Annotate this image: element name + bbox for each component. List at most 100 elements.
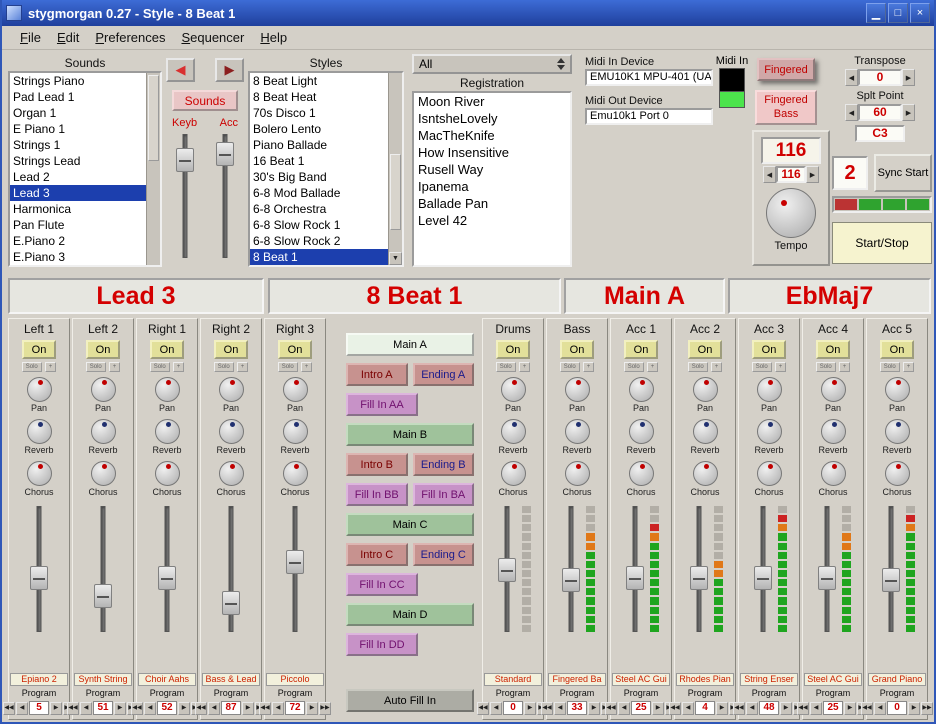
fader-handle[interactable] xyxy=(222,591,240,615)
pan-knob[interactable] xyxy=(885,377,910,402)
menu-preferences[interactable]: Preferences xyxy=(87,28,173,47)
channel-volume-fader[interactable] xyxy=(220,504,242,634)
part-ending-a-button[interactable]: Ending A xyxy=(413,363,475,386)
pan-knob[interactable] xyxy=(155,377,180,402)
styles-list-item[interactable]: Piano Ballade xyxy=(250,137,388,153)
channel-on-button[interactable]: On xyxy=(560,340,594,359)
chorus-knob[interactable] xyxy=(629,461,654,486)
channel-solo-button[interactable]: Solo xyxy=(214,362,234,372)
channel-plus-button[interactable]: + xyxy=(519,362,531,372)
channel-volume-fader[interactable] xyxy=(816,504,838,634)
channel-solo-button[interactable]: Solo xyxy=(22,362,42,372)
chorus-knob[interactable] xyxy=(91,461,116,486)
sounds-scrollbar[interactable] xyxy=(146,73,160,265)
program-last-button[interactable]: ▶▶ xyxy=(319,702,331,715)
pan-knob[interactable] xyxy=(821,377,846,402)
previous-arrow-button[interactable]: ◀ xyxy=(166,58,195,82)
channel-on-button[interactable]: On xyxy=(496,340,530,359)
reverb-knob[interactable] xyxy=(885,419,910,444)
sounds-list-item[interactable]: E.Piano 2 xyxy=(10,233,146,249)
channel-volume-fader[interactable] xyxy=(92,504,114,634)
program-first-button[interactable]: ◀◀ xyxy=(259,702,271,715)
auto-fill-in-button[interactable]: Auto Fill In xyxy=(346,689,474,712)
program-next-button[interactable]: ▶ xyxy=(780,702,792,715)
program-next-button[interactable]: ▶ xyxy=(716,702,728,715)
styles-scrollbar-thumb[interactable] xyxy=(390,154,401,231)
channel-on-button[interactable]: On xyxy=(752,340,786,359)
fader-handle[interactable] xyxy=(158,566,176,590)
program-first-button[interactable]: ◀◀ xyxy=(3,702,15,715)
program-first-button[interactable]: ◀◀ xyxy=(861,702,873,715)
reverb-knob[interactable] xyxy=(693,419,718,444)
chorus-knob[interactable] xyxy=(885,461,910,486)
part-fill-aa-button[interactable]: Fill In AA xyxy=(346,393,418,416)
channel-plus-button[interactable]: + xyxy=(301,362,313,372)
channel-solo-button[interactable]: Solo xyxy=(624,362,644,372)
pan-knob[interactable] xyxy=(629,377,654,402)
midi-in-device-field[interactable]: EMU10K1 MPU-401 (UA xyxy=(585,69,713,86)
styles-list-item[interactable]: 16 Beat 1 xyxy=(250,153,388,169)
channel-volume-fader[interactable] xyxy=(880,504,902,634)
styles-list-item[interactable]: 6-8 Mod Ballade xyxy=(250,185,388,201)
program-prev-button[interactable]: ◀ xyxy=(208,702,220,715)
sounds-list-item[interactable]: Strings 1 xyxy=(10,137,146,153)
part-intro-a-button[interactable]: Intro A xyxy=(346,363,408,386)
program-prev-button[interactable]: ◀ xyxy=(746,702,758,715)
part-fill-dd-button[interactable]: Fill In DD xyxy=(346,633,418,656)
registration-list-item[interactable]: Moon River xyxy=(414,93,570,110)
fader-handle[interactable] xyxy=(690,566,708,590)
channel-plus-button[interactable]: + xyxy=(711,362,723,372)
channel-plus-button[interactable]: + xyxy=(237,362,249,372)
part-intro-c-button[interactable]: Intro C xyxy=(346,543,408,566)
part-fill-bb-button[interactable]: Fill In BB xyxy=(346,483,408,506)
styles-list-item[interactable]: Bolero Lento xyxy=(250,121,388,137)
program-first-button[interactable]: ◀◀ xyxy=(669,702,681,715)
close-button[interactable]: × xyxy=(910,3,930,23)
part-main-c-button[interactable]: Main C xyxy=(346,513,474,536)
maximize-button[interactable]: □ xyxy=(888,3,908,23)
program-first-button[interactable]: ◀◀ xyxy=(477,702,489,715)
pan-knob[interactable] xyxy=(283,377,308,402)
registration-list-item[interactable]: Ipanema xyxy=(414,178,570,195)
pan-knob[interactable] xyxy=(565,377,590,402)
channel-volume-fader[interactable] xyxy=(688,504,710,634)
chorus-knob[interactable] xyxy=(283,461,308,486)
chorus-knob[interactable] xyxy=(821,461,846,486)
styles-list-item[interactable]: 6-8 Orchestra xyxy=(250,201,388,217)
channel-solo-button[interactable]: Solo xyxy=(150,362,170,372)
channel-volume-fader[interactable] xyxy=(284,504,306,634)
fader-handle[interactable] xyxy=(882,568,900,592)
part-ending-b-button[interactable]: Ending B xyxy=(413,453,475,476)
reverb-knob[interactable] xyxy=(91,419,116,444)
channel-on-button[interactable]: On xyxy=(624,340,658,359)
program-next-button[interactable]: ▶ xyxy=(306,702,318,715)
scroll-down-icon[interactable]: ▼ xyxy=(389,252,402,265)
sounds-list-item[interactable]: E Piano 1 xyxy=(10,121,146,137)
channel-on-button[interactable]: On xyxy=(150,340,184,359)
fader-handle[interactable] xyxy=(286,550,304,574)
program-first-button[interactable]: ◀◀ xyxy=(67,702,79,715)
fader-handle[interactable] xyxy=(94,584,112,608)
styles-list-item[interactable]: 8 Beat 1 xyxy=(250,249,388,265)
sounds-list-item[interactable]: Strings Piano xyxy=(10,73,146,89)
channel-plus-button[interactable]: + xyxy=(903,362,915,372)
channel-plus-button[interactable]: + xyxy=(109,362,121,372)
reverb-knob[interactable] xyxy=(501,419,526,444)
fader-handle[interactable] xyxy=(498,558,516,582)
program-first-button[interactable]: ◀◀ xyxy=(797,702,809,715)
menu-sequencer[interactable]: Sequencer xyxy=(173,28,252,47)
program-prev-button[interactable]: ◀ xyxy=(272,702,284,715)
channel-solo-button[interactable]: Solo xyxy=(86,362,106,372)
program-next-button[interactable]: ▶ xyxy=(652,702,664,715)
channel-plus-button[interactable]: + xyxy=(775,362,787,372)
styles-list-item[interactable]: 70s Disco 1 xyxy=(250,105,388,121)
reverb-knob[interactable] xyxy=(27,419,52,444)
pan-knob[interactable] xyxy=(219,377,244,402)
channel-solo-button[interactable]: Solo xyxy=(278,362,298,372)
sounds-list-item[interactable]: Pan Flute xyxy=(10,217,146,233)
sounds-list-item[interactable]: Harmonica xyxy=(10,201,146,217)
channel-volume-fader[interactable] xyxy=(156,504,178,634)
channel-solo-button[interactable]: Solo xyxy=(688,362,708,372)
pan-knob[interactable] xyxy=(693,377,718,402)
sounds-list-item[interactable]: Strings Lead xyxy=(10,153,146,169)
